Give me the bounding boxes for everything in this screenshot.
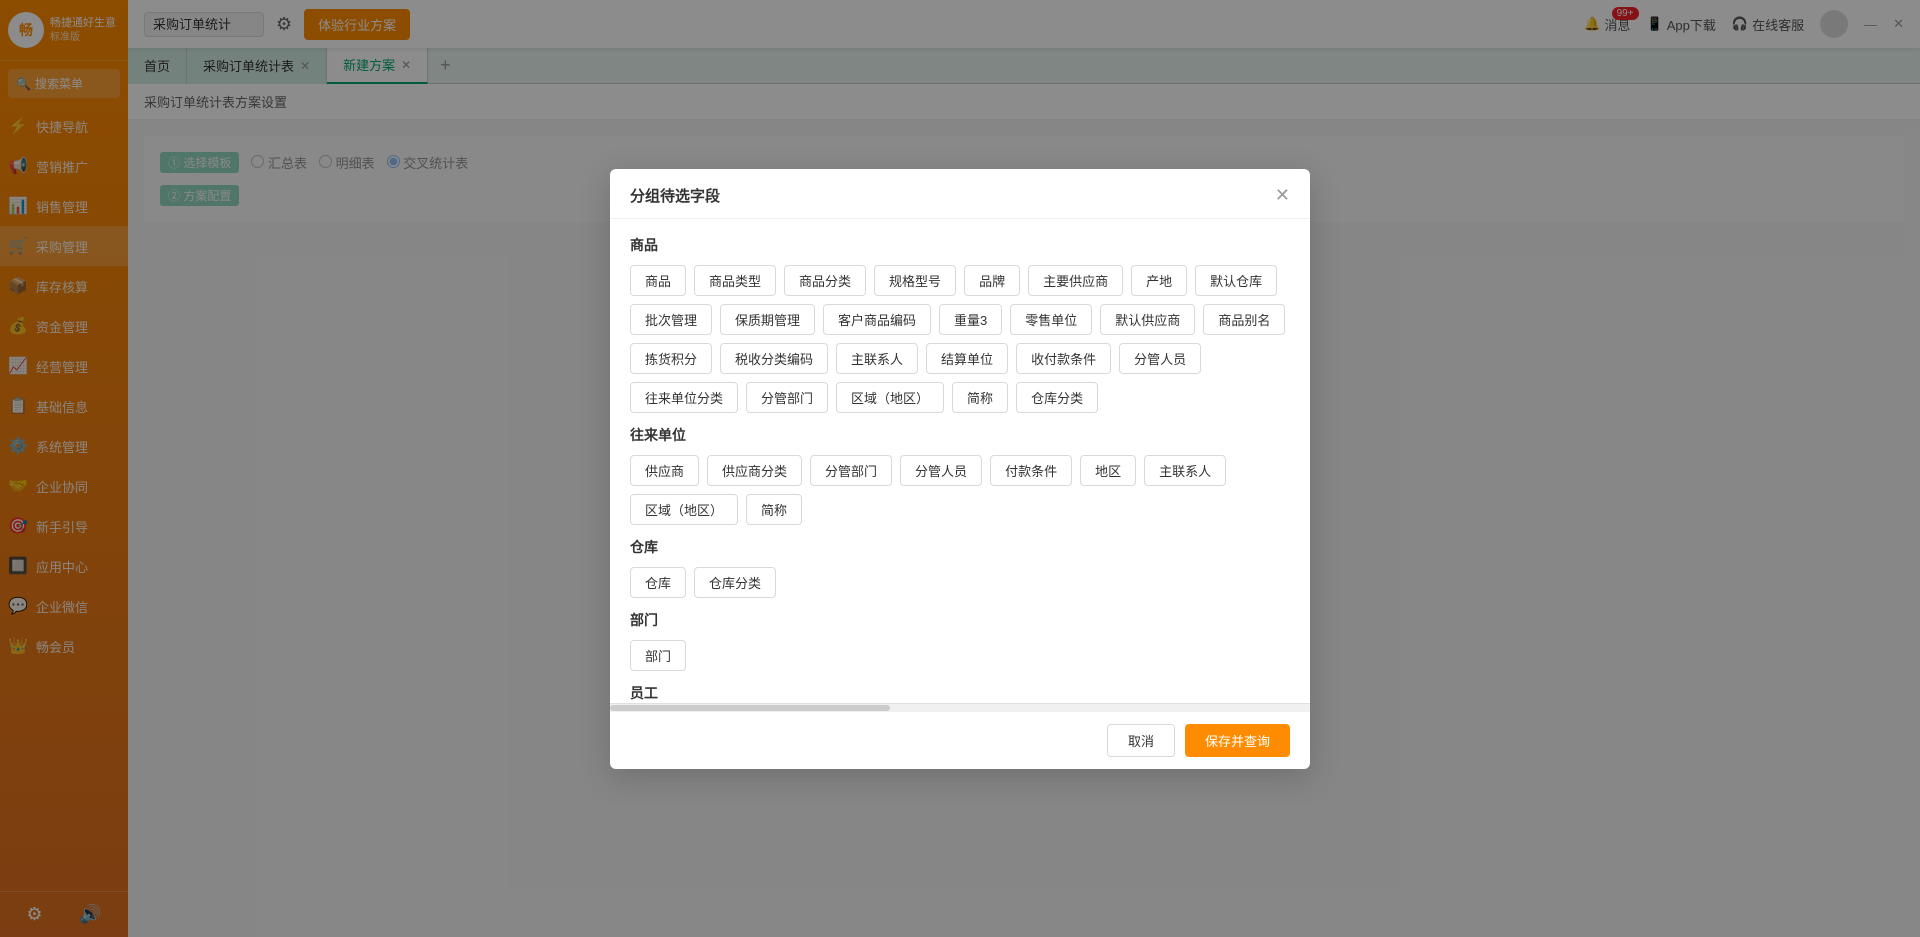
field-tag[interactable]: 结算单位 (926, 343, 1008, 374)
field-tag[interactable]: 客户商品编码 (823, 304, 931, 335)
field-tag[interactable]: 商品别名 (1203, 304, 1285, 335)
modal-confirm-button[interactable]: 保存并查询 (1185, 724, 1290, 757)
field-tag[interactable]: 主联系人 (836, 343, 918, 374)
field-tag[interactable]: 重量3 (939, 304, 1002, 335)
field-tag[interactable]: 付款条件 (990, 455, 1072, 486)
modal-overlay: 分组待选字段 ✕ 商品 商品 商品类型 商品分类 规格型号 品牌 主要供应商 产… (0, 0, 1920, 937)
field-tag[interactable]: 简称 (952, 382, 1008, 413)
field-tag[interactable]: 税收分类编码 (720, 343, 828, 374)
modal-cancel-button[interactable]: 取消 (1107, 724, 1175, 757)
field-tag[interactable]: 规格型号 (874, 265, 956, 296)
field-tag[interactable]: 分管部门 (810, 455, 892, 486)
field-tag[interactable]: 商品 (630, 265, 686, 296)
field-tag[interactable]: 分管人员 (900, 455, 982, 486)
field-tag[interactable]: 区域（地区） (836, 382, 944, 413)
modal-footer: 取消 保存并查询 (610, 711, 1310, 769)
field-tag[interactable]: 默认供应商 (1100, 304, 1195, 335)
section-fields-partner: 供应商 供应商分类 分管部门 分管人员 付款条件 地区 主联系人 区域（地区） … (630, 455, 1290, 525)
field-tag[interactable]: 分管人员 (1119, 343, 1201, 374)
section-title-partner: 往来单位 (630, 425, 1290, 445)
field-tag[interactable]: 供应商分类 (707, 455, 802, 486)
field-tag[interactable]: 拣货积分 (630, 343, 712, 374)
field-tag[interactable]: 仓库 (630, 567, 686, 598)
field-tag[interactable]: 往来单位分类 (630, 382, 738, 413)
field-tag[interactable]: 简称 (746, 494, 802, 525)
section-fields-department: 部门 (630, 640, 1290, 671)
field-tag[interactable]: 默认仓库 (1195, 265, 1277, 296)
section-title-product: 商品 (630, 235, 1290, 255)
section-title-department: 部门 (630, 610, 1290, 630)
field-tag[interactable]: 主联系人 (1144, 455, 1226, 486)
field-tag[interactable]: 区域（地区） (630, 494, 738, 525)
modal-dialog: 分组待选字段 ✕ 商品 商品 商品类型 商品分类 规格型号 品牌 主要供应商 产… (610, 169, 1310, 769)
field-tag[interactable]: 仓库分类 (694, 567, 776, 598)
field-tag[interactable]: 地区 (1080, 455, 1136, 486)
field-tag[interactable]: 供应商 (630, 455, 699, 486)
modal-header: 分组待选字段 ✕ (610, 169, 1310, 219)
section-title-employee: 员工 (630, 683, 1290, 703)
field-tag[interactable]: 品牌 (964, 265, 1020, 296)
field-tag[interactable]: 主要供应商 (1028, 265, 1123, 296)
modal-horizontal-scrollbar[interactable] (610, 703, 1310, 711)
field-tag[interactable]: 批次管理 (630, 304, 712, 335)
section-fields-warehouse: 仓库 仓库分类 (630, 567, 1290, 598)
field-tag[interactable]: 商品分类 (784, 265, 866, 296)
field-tag[interactable]: 零售单位 (1010, 304, 1092, 335)
field-tag[interactable]: 保质期管理 (720, 304, 815, 335)
section-title-warehouse: 仓库 (630, 537, 1290, 557)
field-tag[interactable]: 部门 (630, 640, 686, 671)
field-tag[interactable]: 商品类型 (694, 265, 776, 296)
field-tag[interactable]: 收付款条件 (1016, 343, 1111, 374)
field-tag[interactable]: 仓库分类 (1016, 382, 1098, 413)
modal-title: 分组待选字段 (630, 185, 720, 206)
modal-close-button[interactable]: ✕ (1275, 186, 1290, 204)
section-fields-product: 商品 商品类型 商品分类 规格型号 品牌 主要供应商 产地 默认仓库 批次管理 … (630, 265, 1290, 413)
modal-hscroll-thumb (610, 705, 890, 711)
field-tag[interactable]: 产地 (1131, 265, 1187, 296)
field-tag[interactable]: 分管部门 (746, 382, 828, 413)
modal-body: 商品 商品 商品类型 商品分类 规格型号 品牌 主要供应商 产地 默认仓库 批次… (610, 219, 1310, 703)
